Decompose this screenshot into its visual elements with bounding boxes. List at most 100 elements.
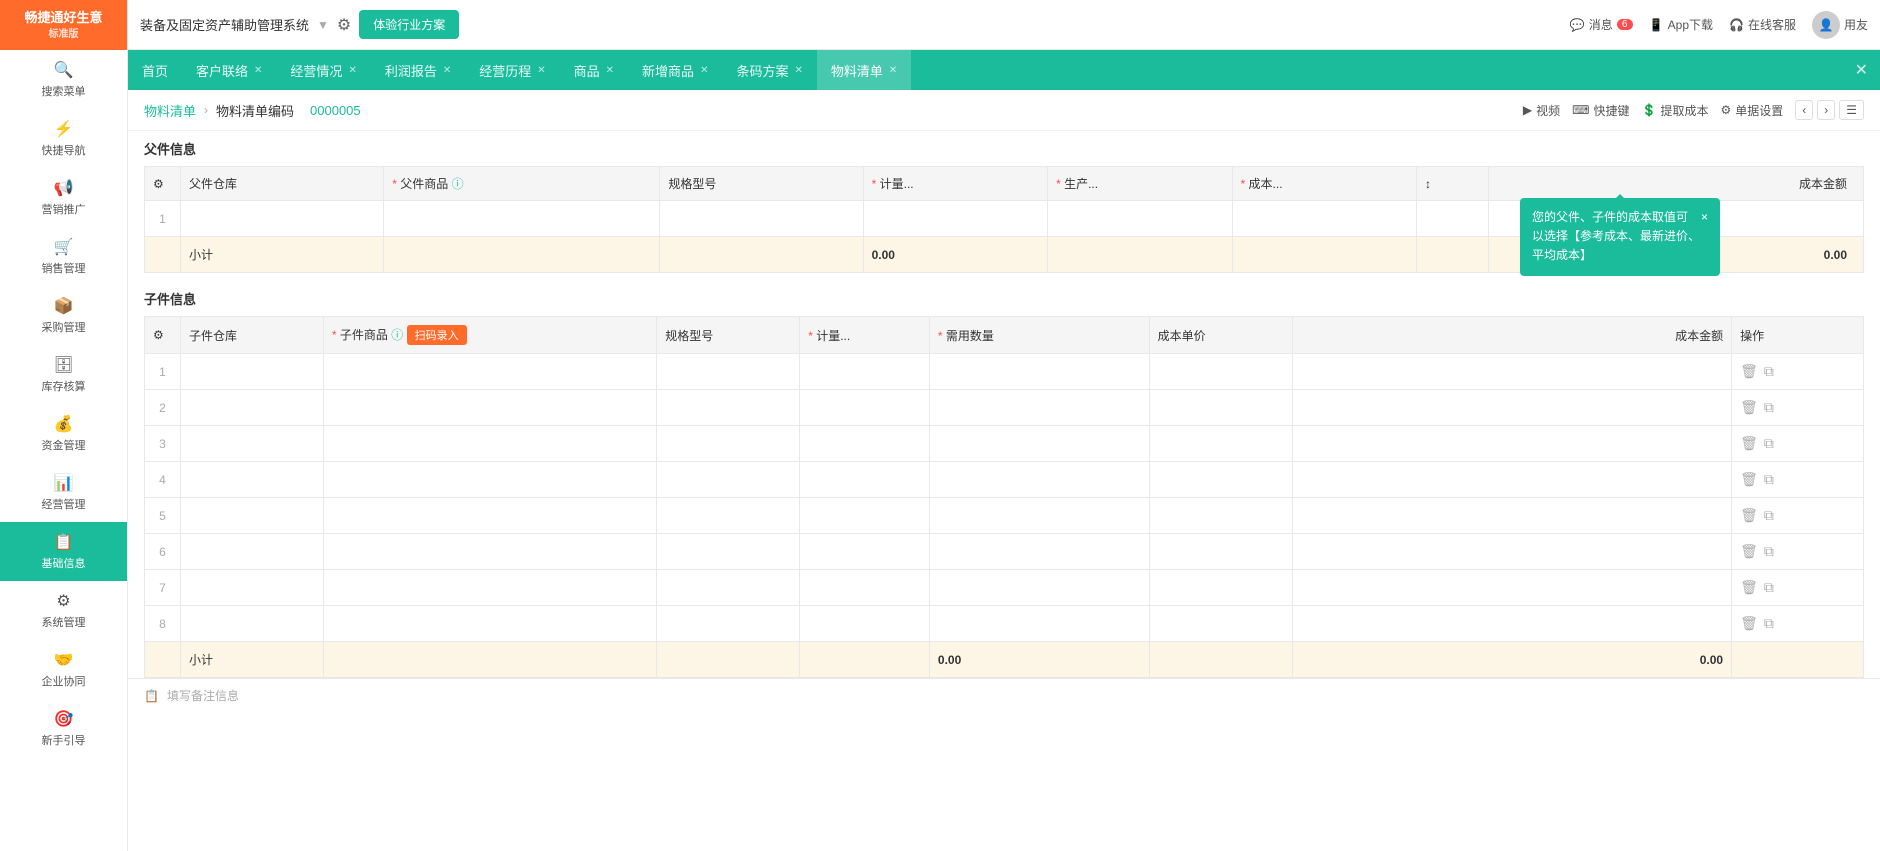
list-view-button[interactable]: ☰ [1839,100,1864,120]
tab-profit[interactable]: 利润报告 ✕ [371,50,465,90]
child-warehouse-cell[interactable] [181,354,324,390]
copy-icon[interactable]: ⧉ [1764,543,1774,560]
child-unit-cell[interactable] [800,570,930,606]
sidebar-item-sales[interactable]: 🛒 销售管理 [0,227,127,286]
tab-history[interactable]: 经营历程 ✕ [465,50,559,90]
child-spec-cell[interactable] [657,570,800,606]
copy-icon[interactable]: ⧉ [1764,579,1774,596]
parent-goods-cell[interactable] [384,201,660,237]
tooltip-close-button[interactable]: × [1701,208,1708,227]
note-placeholder[interactable]: 填写备注信息 [167,687,239,704]
parent-warehouse-cell[interactable] [181,201,384,237]
child-unit-cell[interactable] [800,462,930,498]
child-warehouse-cell[interactable] [181,570,324,606]
tab-bom[interactable]: 物料清单 ✕ [817,50,911,90]
copy-icon[interactable]: ⧉ [1764,363,1774,380]
child-unit-price-cell[interactable] [1149,390,1292,426]
trial-button[interactable]: 体验行业方案 [359,10,459,39]
child-unit-cell[interactable] [800,498,930,534]
tab-home[interactable]: 首页 [128,50,182,90]
close-icon[interactable]: ✕ [700,65,708,76]
delete-icon[interactable]: 🗑 [1740,435,1758,452]
child-warehouse-cell[interactable] [181,462,324,498]
child-unit-price-cell[interactable] [1149,570,1292,606]
delete-icon[interactable]: 🗑 [1740,471,1758,488]
close-icon[interactable]: ✕ [889,65,897,76]
view-video-button[interactable]: ▶ 视频 [1523,102,1560,119]
delete-icon[interactable]: 🗑 [1740,579,1758,596]
child-goods-cell[interactable] [323,534,656,570]
app-download-button[interactable]: 📱 App下载 [1649,16,1713,33]
close-icon[interactable]: ✕ [348,65,356,76]
prev-page-button[interactable]: ‹ [1795,100,1813,120]
tab-goods[interactable]: 商品 ✕ [560,50,628,90]
child-spec-cell[interactable] [657,498,800,534]
child-warehouse-cell[interactable] [181,534,324,570]
child-unit-price-cell[interactable] [1149,606,1292,642]
child-unit-cell[interactable] [800,390,930,426]
user-avatar[interactable]: 👤 用友 [1812,11,1868,39]
child-warehouse-cell[interactable] [181,390,324,426]
copy-icon[interactable]: ⧉ [1764,615,1774,632]
child-unit-cell[interactable] [800,534,930,570]
child-spec-cell[interactable] [657,606,800,642]
delete-icon[interactable]: 🗑 [1740,399,1758,416]
delete-icon[interactable]: 🗑 [1740,507,1758,524]
sidebar-item-purchase[interactable]: 📦 采购管理 [0,286,127,345]
close-icon[interactable]: ✕ [254,65,262,76]
message-button[interactable]: 💬 消息 6 [1570,16,1633,33]
child-unit-cell[interactable] [800,606,930,642]
child-spec-cell[interactable] [657,354,800,390]
close-icon[interactable]: ✕ [537,65,545,76]
close-icon[interactable]: ✕ [794,65,802,76]
child-qty-cell[interactable] [929,426,1149,462]
tab-new-goods[interactable]: 新增商品 ✕ [628,50,722,90]
extract-cost-button[interactable]: 💲 提取成本 [1641,102,1708,119]
child-warehouse-cell[interactable] [181,498,324,534]
gear-icon[interactable]: ⚙ [337,15,351,35]
child-unit-price-cell[interactable] [1149,534,1292,570]
online-service-button[interactable]: 🎧 在线客服 [1729,16,1796,33]
copy-icon[interactable]: ⧉ [1764,471,1774,488]
parent-spec-cell[interactable] [660,201,863,237]
child-spec-cell[interactable] [657,426,800,462]
child-goods-cell[interactable] [323,390,656,426]
child-goods-cell[interactable] [323,462,656,498]
sidebar-item-inventory[interactable]: 🗄 库存核算 [0,345,127,404]
child-unit-price-cell[interactable] [1149,462,1292,498]
sidebar-item-finance[interactable]: 💰 资金管理 [0,404,127,463]
close-icon[interactable]: ✕ [443,65,451,76]
child-qty-cell[interactable] [929,354,1149,390]
child-goods-cell[interactable] [323,606,656,642]
child-unit-price-cell[interactable] [1149,498,1292,534]
copy-icon[interactable]: ⧉ [1764,435,1774,452]
delete-icon[interactable]: 🗑 [1740,543,1758,560]
child-qty-cell[interactable] [929,498,1149,534]
copy-icon[interactable]: ⧉ [1764,507,1774,524]
sidebar-item-system[interactable]: ⚙ 系统管理 [0,581,127,640]
tab-customers[interactable]: 客户联络 ✕ [182,50,276,90]
delete-icon[interactable]: 🗑 [1740,615,1758,632]
breadcrumb-parent[interactable]: 物料清单 [144,101,196,120]
parent-cost-cell[interactable] [1232,201,1416,237]
child-unit-price-cell[interactable] [1149,426,1292,462]
child-qty-cell[interactable] [929,534,1149,570]
child-unit-cell[interactable] [800,426,930,462]
close-icon[interactable]: ✕ [606,65,614,76]
child-spec-cell[interactable] [657,534,800,570]
child-unit-price-cell[interactable] [1149,354,1292,390]
tab-operations[interactable]: 经营情况 ✕ [276,50,370,90]
sidebar-item-basic[interactable]: 📋 基础信息 [0,522,127,581]
delete-icon[interactable]: 🗑 [1740,363,1758,380]
child-goods-cell[interactable] [323,498,656,534]
child-qty-cell[interactable] [929,462,1149,498]
sidebar-item-enterprise[interactable]: 🤝 企业协同 [0,640,127,699]
child-goods-cell[interactable] [323,354,656,390]
sidebar-item-operation[interactable]: 📊 经营管理 [0,463,127,522]
parent-production-cell[interactable] [1048,201,1232,237]
parent-col-gear[interactable]: ⚙ [145,167,181,201]
scan-input-button[interactable]: 扫码录入 [407,325,467,345]
child-goods-cell[interactable] [323,426,656,462]
child-unit-cell[interactable] [800,354,930,390]
child-col-gear[interactable]: ⚙ [145,317,181,354]
